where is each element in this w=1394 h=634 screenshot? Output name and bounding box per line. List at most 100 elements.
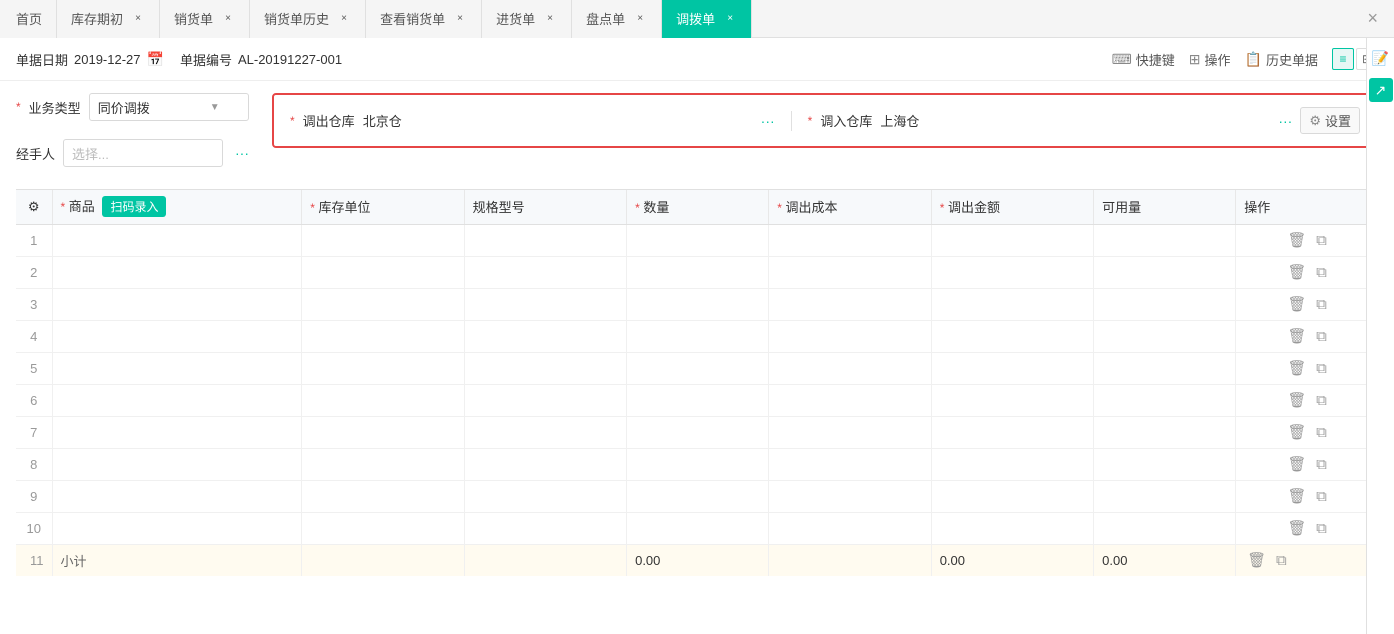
row-cost-2[interactable] [769, 256, 931, 288]
settings-button[interactable]: ⚙ 设置 [1300, 107, 1360, 134]
tab-sales-history-close[interactable]: × [337, 12, 351, 26]
delete-icon-7[interactable]: 🗑 [1287, 424, 1306, 441]
delete-icon-1[interactable]: 🗑 [1287, 232, 1306, 249]
row-unit-3[interactable] [302, 288, 464, 320]
tab-transfer-order-close[interactable]: × [723, 12, 737, 26]
operations-button[interactable]: ⊞ 操作 [1189, 50, 1231, 69]
history-button[interactable]: 📋 历史单据 [1245, 50, 1318, 69]
row-spec-7[interactable] [464, 416, 626, 448]
row-unit-10[interactable] [302, 512, 464, 544]
handler-select[interactable]: 选择... [63, 139, 223, 167]
delete-icon-9[interactable]: 🗑 [1287, 488, 1306, 505]
row-amount-3[interactable] [931, 288, 1093, 320]
delete-icon-4[interactable]: 🗑 [1287, 328, 1306, 345]
copy-icon-1[interactable]: ⧉ [1316, 232, 1327, 249]
tab-sales-order-close[interactable]: × [221, 12, 235, 26]
row-cost-5[interactable] [769, 352, 931, 384]
copy-icon-10[interactable]: ⧉ [1316, 520, 1327, 537]
scan-button[interactable]: 扫码录入 [102, 196, 166, 217]
row-spec-5[interactable] [464, 352, 626, 384]
row-qty-4[interactable] [627, 320, 769, 352]
sidebar-notes-icon[interactable]: 📝 [1369, 46, 1393, 70]
row-qty-7[interactable] [627, 416, 769, 448]
row-spec-2[interactable] [464, 256, 626, 288]
tab-transfer-order[interactable]: 调拨单 × [662, 0, 752, 38]
row-product-3[interactable] [52, 288, 302, 320]
copy-icon-8[interactable]: ⧉ [1316, 456, 1327, 473]
copy-icon-6[interactable]: ⧉ [1316, 392, 1327, 409]
business-type-select[interactable]: 同价调拨 ▼ [89, 93, 249, 121]
copy-icon-7[interactable]: ⧉ [1316, 424, 1327, 441]
copy-icon-5[interactable]: ⧉ [1316, 360, 1327, 377]
delete-icon-2[interactable]: 🗑 [1287, 264, 1306, 281]
tab-inventory-count-close[interactable]: × [633, 12, 647, 26]
delete-icon-10[interactable]: 🗑 [1287, 520, 1306, 537]
row-cost-4[interactable] [769, 320, 931, 352]
row-spec-1[interactable] [464, 224, 626, 256]
calendar-icon[interactable]: 📅 [147, 51, 164, 68]
row-cost-9[interactable] [769, 480, 931, 512]
row-qty-5[interactable] [627, 352, 769, 384]
delete-icon-5[interactable]: 🗑 [1287, 360, 1306, 377]
tab-inventory-init[interactable]: 库存期初 × [57, 0, 160, 38]
delete-icon-6[interactable]: 🗑 [1287, 392, 1306, 409]
row-product-5[interactable] [52, 352, 302, 384]
row-product-1[interactable] [52, 224, 302, 256]
row-qty-1[interactable] [627, 224, 769, 256]
row-unit-9[interactable] [302, 480, 464, 512]
list-layout-button[interactable]: ≡ [1332, 48, 1354, 70]
row-amount-7[interactable] [931, 416, 1093, 448]
delete-icon-3[interactable]: 🗑 [1287, 296, 1306, 313]
row-qty-3[interactable] [627, 288, 769, 320]
tab-sales-order[interactable]: 销货单 × [160, 0, 250, 38]
row-qty-9[interactable] [627, 480, 769, 512]
tab-purchase-order[interactable]: 进货单 × [482, 0, 572, 38]
copy-icon-4[interactable]: ⧉ [1316, 328, 1327, 345]
row-spec-9[interactable] [464, 480, 626, 512]
warehouse-in-more-button[interactable]: ··· [1278, 113, 1292, 129]
row-cost-6[interactable] [769, 384, 931, 416]
row-amount-10[interactable] [931, 512, 1093, 544]
subtotal-copy-icon[interactable]: ⧉ [1276, 552, 1287, 569]
shortcuts-button[interactable]: ⌨ 快捷键 [1112, 50, 1175, 69]
tab-home[interactable]: 首页 [0, 0, 57, 38]
row-cost-10[interactable] [769, 512, 931, 544]
tab-view-sales[interactable]: 查看销货单 × [366, 0, 482, 38]
row-qty-8[interactable] [627, 448, 769, 480]
row-product-10[interactable] [52, 512, 302, 544]
row-cost-8[interactable] [769, 448, 931, 480]
row-product-8[interactable] [52, 448, 302, 480]
row-amount-8[interactable] [931, 448, 1093, 480]
row-product-7[interactable] [52, 416, 302, 448]
copy-icon-2[interactable]: ⧉ [1316, 264, 1327, 281]
row-unit-5[interactable] [302, 352, 464, 384]
tab-inventory-count[interactable]: 盘点单 × [572, 0, 662, 38]
tab-inventory-init-close[interactable]: × [131, 12, 145, 26]
row-product-6[interactable] [52, 384, 302, 416]
col-header-settings[interactable]: ⚙ [16, 190, 52, 224]
row-product-2[interactable] [52, 256, 302, 288]
row-amount-6[interactable] [931, 384, 1093, 416]
row-spec-10[interactable] [464, 512, 626, 544]
handler-more-button[interactable]: ··· [235, 145, 249, 161]
subtotal-delete-icon[interactable]: 🗑 [1247, 552, 1266, 569]
row-unit-6[interactable] [302, 384, 464, 416]
row-unit-8[interactable] [302, 448, 464, 480]
row-spec-3[interactable] [464, 288, 626, 320]
tab-view-sales-close[interactable]: × [453, 12, 467, 26]
window-close-button[interactable]: × [1351, 0, 1394, 38]
tab-sales-history[interactable]: 销货单历史 × [250, 0, 366, 38]
row-spec-6[interactable] [464, 384, 626, 416]
row-amount-2[interactable] [931, 256, 1093, 288]
row-amount-1[interactable] [931, 224, 1093, 256]
row-spec-8[interactable] [464, 448, 626, 480]
copy-icon-9[interactable]: ⧉ [1316, 488, 1327, 505]
tab-purchase-order-close[interactable]: × [543, 12, 557, 26]
row-amount-5[interactable] [931, 352, 1093, 384]
row-product-9[interactable] [52, 480, 302, 512]
row-spec-4[interactable] [464, 320, 626, 352]
row-qty-2[interactable] [627, 256, 769, 288]
row-qty-10[interactable] [627, 512, 769, 544]
warehouse-out-more-button[interactable]: ··· [761, 113, 775, 129]
delete-icon-8[interactable]: 🗑 [1287, 456, 1306, 473]
